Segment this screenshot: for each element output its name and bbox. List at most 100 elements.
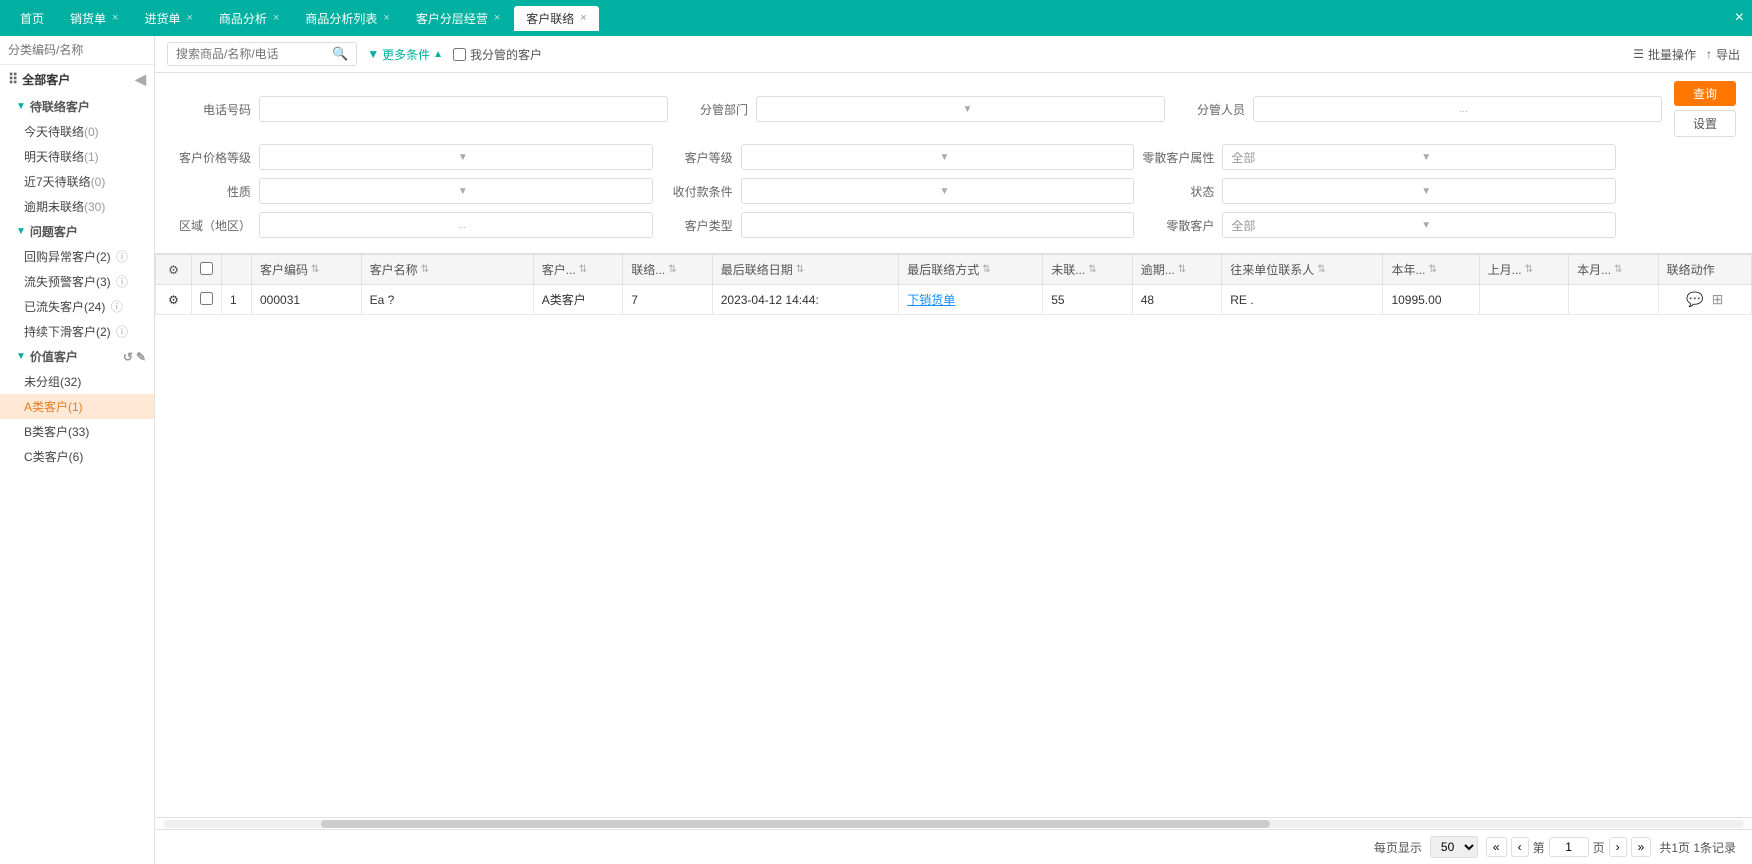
th-type[interactable]: 客户... ⇅ (533, 255, 623, 285)
sidebar-item-unclassified[interactable]: 未分组(32) (0, 369, 154, 394)
batch-ops-button[interactable]: ☰ 批量操作 (1633, 46, 1696, 63)
th-contact[interactable]: 联络... ⇅ (623, 255, 713, 285)
region-input[interactable]: ... (259, 212, 653, 238)
tab-sales-label: 销货单 (70, 10, 106, 27)
tab-sales-close[interactable]: × (112, 12, 118, 24)
scrollbar-track (163, 820, 1744, 828)
retail-customer-input[interactable]: 全部 ▼ (1222, 212, 1616, 238)
settings-button[interactable]: 设置 (1674, 110, 1736, 137)
sidebar-item-repurchase-abnormal[interactable]: 回购异常客户(2) ⓘ (0, 244, 154, 269)
message-action-icon[interactable]: 💬 (1686, 291, 1703, 308)
my-customers-check[interactable] (453, 48, 466, 61)
sidebar-item-tomorrow-pending[interactable]: 明天待联络(1) (0, 144, 154, 169)
person-input[interactable]: ... (1253, 96, 1662, 122)
tab-goods-analysis-list[interactable]: 商品分析列表 × (293, 6, 401, 31)
tab-customer-layer-close[interactable]: × (494, 12, 500, 24)
tab-purchase[interactable]: 进货单 × (132, 6, 204, 31)
tab-customer-layer[interactable]: 客户分层经营 × (404, 6, 512, 31)
td-this-year: 10995.00 (1383, 285, 1479, 315)
horizontal-scrollbar[interactable] (155, 817, 1752, 829)
top-nav: 首页 销货单 × 进货单 × 商品分析 × 商品分析列表 × 客户分层经营 × … (0, 0, 1752, 36)
tab-home[interactable]: 首页 (8, 6, 56, 31)
tab-customer-contact-close[interactable]: × (580, 12, 586, 24)
export-button[interactable]: ↑ 导出 (1706, 46, 1740, 63)
th-name[interactable]: 客户名称 ⇅ (361, 255, 533, 285)
sidebar-group-problem[interactable]: ▼ 问题客户 (0, 219, 154, 244)
th-last-date[interactable]: 最后联络日期 ⇅ (712, 255, 898, 285)
close-all-button[interactable]: × (1735, 9, 1744, 27)
filter-search-input[interactable] (176, 47, 326, 61)
th-unit-contact[interactable]: 往来单位联系人 ⇅ (1222, 255, 1383, 285)
sidebar-item-c-class[interactable]: C类客户(6) (0, 444, 154, 469)
tab-goods-analysis-list-close[interactable]: × (383, 12, 389, 24)
customer-type-input[interactable] (741, 212, 1135, 238)
payment-input[interactable]: ▼ (741, 178, 1135, 204)
filter-search-icon[interactable]: 🔍 (332, 46, 348, 62)
th-last-method[interactable]: 最后联络方式 ⇅ (899, 255, 1043, 285)
tab-purchase-close[interactable]: × (186, 12, 192, 24)
row-checkbox[interactable] (200, 292, 213, 305)
payment-label: 收付款条件 (653, 183, 733, 200)
main-layout: 🔍 ⠿ 全部客户 ◀ ▼ 待联络客户 今天待联络(0) 明天待联络(1) 近7天… (0, 36, 1752, 864)
tab-sales[interactable]: 销货单 × (58, 6, 130, 31)
sidebar-collapse-icon[interactable]: ◀ (135, 71, 146, 88)
export-icon: ↑ (1706, 47, 1712, 61)
dept-input[interactable]: ▼ (756, 96, 1165, 122)
sidebar-item-lost[interactable]: 已流失客户(24) ⓘ (0, 294, 154, 319)
th-this-month[interactable]: 本月... ⇅ (1569, 255, 1659, 285)
tab-customer-contact[interactable]: 客户联络 × (514, 6, 598, 31)
nature-input[interactable]: ▼ (259, 178, 653, 204)
prev-page-button[interactable]: ‹ (1511, 837, 1529, 857)
sidebar-all-customers-header[interactable]: ⠿ 全部客户 ◀ (0, 65, 154, 94)
page-size-select[interactable]: 50 (1430, 836, 1478, 858)
sidebar-group-pending[interactable]: ▼ 待联络客户 (0, 94, 154, 119)
sidebar-item-today-pending[interactable]: 今天待联络(0) (0, 119, 154, 144)
sidebar-item-lost-warning[interactable]: 流失预警客户(3) ⓘ (0, 269, 154, 294)
qr-action-icon[interactable]: ⊞ (1712, 291, 1724, 308)
retail-attr-input[interactable]: 全部 ▼ (1222, 144, 1616, 170)
customer-level-input[interactable]: ▼ (741, 144, 1135, 170)
th-this-year[interactable]: 本年... ⇅ (1383, 255, 1479, 285)
sidebar-item-a-class[interactable]: A类客户(1) (0, 394, 154, 419)
page-label: 第 (1533, 839, 1545, 856)
th-code[interactable]: 客户编码 ⇅ (252, 255, 362, 285)
price-level-input[interactable]: ▼ (259, 144, 653, 170)
th-code-label: 客户编码 (260, 261, 308, 278)
sidebar-item-b-class[interactable]: B类客户(33) (0, 419, 154, 444)
next-page-button[interactable]: › (1609, 837, 1627, 857)
td-no-contact: 55 (1043, 285, 1133, 315)
tab-goods-analysis-close[interactable]: × (273, 12, 279, 24)
th-overdue[interactable]: 逾期... ⇅ (1132, 255, 1222, 285)
filter-search-box[interactable]: 🔍 (167, 42, 357, 66)
last-page-button[interactable]: » (1631, 837, 1652, 857)
edit-icon[interactable]: ✎ (136, 350, 146, 364)
th-last-month[interactable]: 上月... ⇅ (1479, 255, 1569, 285)
status-input[interactable]: ▼ (1222, 178, 1616, 204)
select-all-checkbox[interactable] (200, 262, 213, 275)
sidebar-search-input[interactable] (8, 43, 155, 57)
more-conditions-button[interactable]: ▼ 更多条件 ▲ (367, 46, 443, 63)
refresh-icon[interactable]: ↺ (123, 350, 133, 364)
region-dots-icon: ... (458, 220, 644, 231)
tab-goods-analysis[interactable]: 商品分析 × (207, 6, 291, 31)
my-customers-checkbox[interactable]: 我分管的客户 (453, 46, 542, 63)
td-contact-action: 💬 ⊞ (1658, 285, 1751, 315)
query-button[interactable]: 查询 (1674, 81, 1736, 106)
phone-input[interactable] (259, 96, 668, 122)
first-page-button[interactable]: « (1486, 837, 1507, 857)
sidebar-item-overdue-contact[interactable]: 逾期未联络(30) (0, 194, 154, 219)
th-no-contact[interactable]: 未联... ⇅ (1043, 255, 1133, 285)
sidebar-group-value[interactable]: ▼ 价值客户 ↺ ✎ (0, 344, 154, 369)
page-number-input[interactable] (1549, 837, 1589, 857)
sidebar-item-declining[interactable]: 持续下滑客户(2) ⓘ (0, 319, 154, 344)
last-method-link[interactable]: 下销货单 (907, 293, 955, 307)
td-gear[interactable]: ⚙ (156, 285, 192, 315)
th-this-month-sort-icon: ⇅ (1614, 264, 1622, 275)
th-overdue-label: 逾期... (1141, 261, 1175, 278)
advanced-filter: 电话号码 分管部门 ▼ 分管人员 ... (155, 73, 1752, 254)
row-actions: 💬 ⊞ (1667, 291, 1743, 308)
th-gear[interactable]: ⚙ (156, 255, 192, 285)
status-label: 状态 (1134, 183, 1214, 200)
scrollbar-thumb[interactable] (321, 820, 1270, 828)
sidebar-item-7day-pending[interactable]: 近7天待联络(0) (0, 169, 154, 194)
